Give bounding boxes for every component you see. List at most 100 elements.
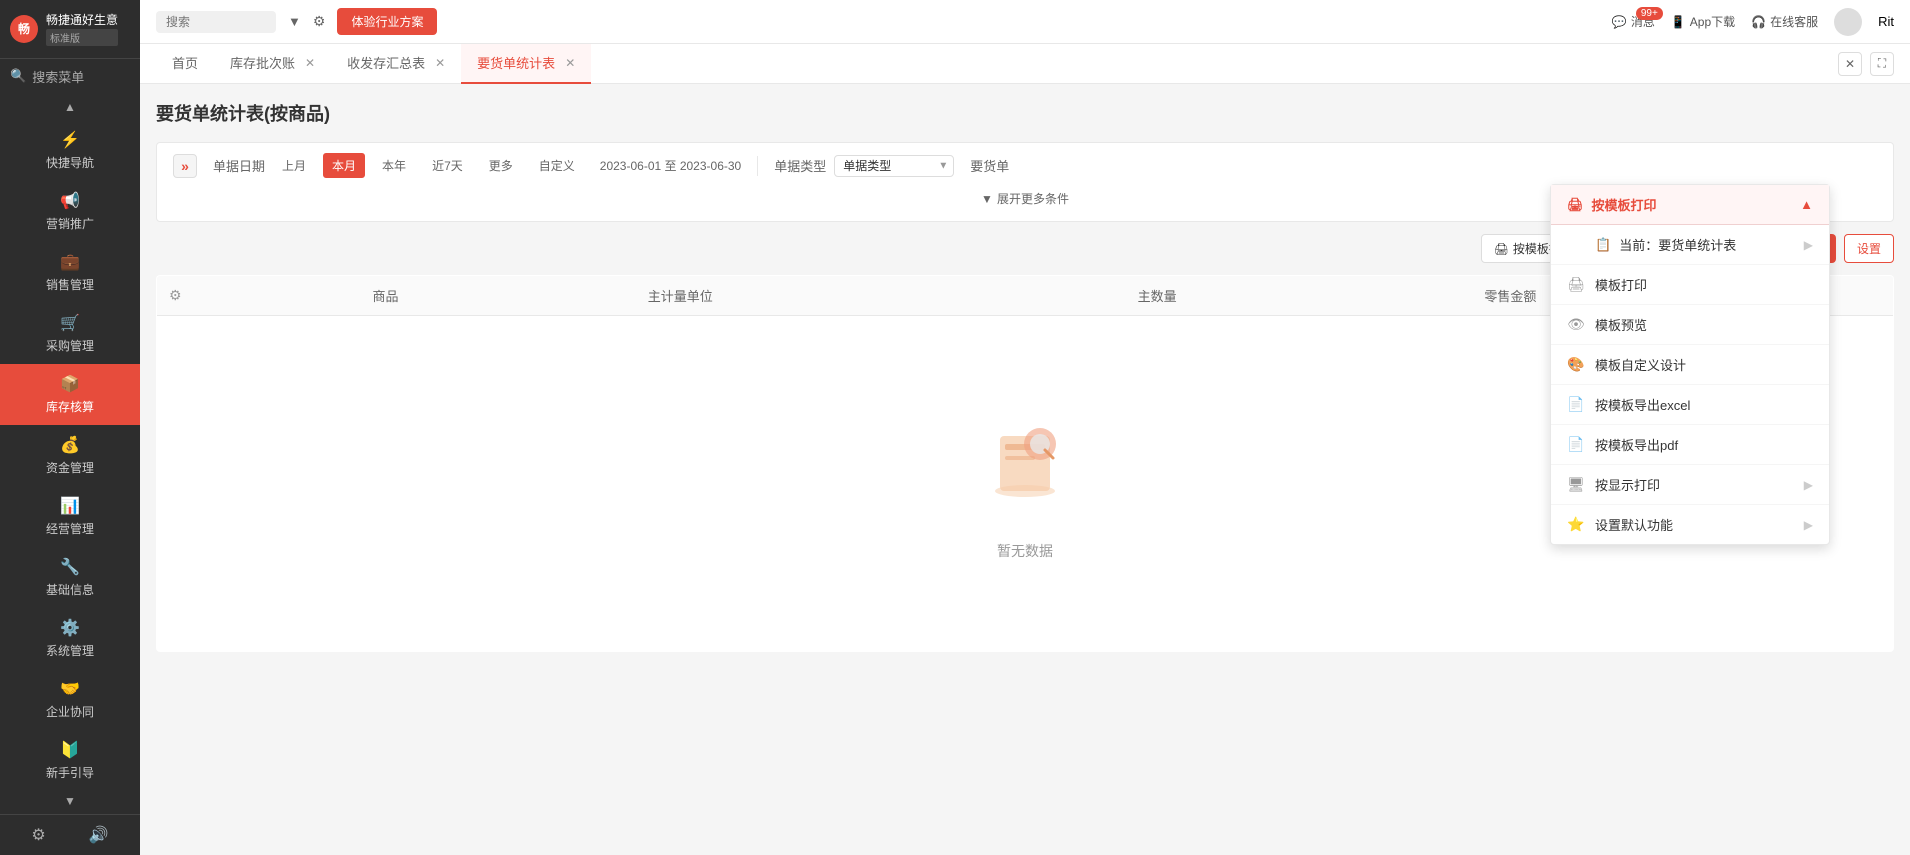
template-print-icon: 🖨 [1567,276,1585,293]
messages-btn[interactable]: 💬 消息 99+ [1612,13,1655,30]
date-prev-month-btn[interactable]: 上月 [273,153,315,178]
purchase-label: 采购管理 [46,337,94,354]
sidebar-item-finance[interactable]: 💰 资金管理 [0,425,140,486]
col-gear-header: ⚙ [157,276,361,316]
tab-home[interactable]: 首页 [156,44,214,84]
tab-order-stats[interactable]: 要货单统计表 ✕ [461,44,591,84]
date-last7days-btn[interactable]: 近7天 [423,153,472,178]
messages-icon: 💬 [1612,15,1627,29]
tab-batch-account-close[interactable]: ✕ [305,56,315,70]
expand-more-btn[interactable]: ▼ 展开更多条件 [969,186,1081,211]
current-template-arrow: ▶ [1804,238,1813,252]
expand-label: 展开更多条件 [997,190,1069,207]
print-dropdown-title-text: 按模板打印 [1592,195,1657,214]
col-quantity-header: 主数量 [1126,276,1473,316]
trial-btn[interactable]: 体验行业方案 [337,8,437,35]
dropdown-display-print[interactable]: 🖥 按显示打印 ▶ [1551,465,1829,505]
date-more-btn[interactable]: 更多 [480,153,522,178]
tab-order-stats-close[interactable]: ✕ [565,56,575,70]
tab-home-label: 首页 [172,53,198,72]
app-download-icon: 📱 [1671,15,1686,29]
print-dropdown-collapse-arrow[interactable]: ▲ [1800,197,1813,212]
table-gear-icon[interactable]: ⚙ [169,287,182,303]
sidebar-item-system[interactable]: ⚙️ 系统管理 [0,608,140,669]
template-custom-icon: 🎨 [1567,356,1585,373]
online-service-btn[interactable]: 🎧 在线客服 [1751,13,1818,30]
goods-label: 要货单 [970,156,1009,175]
quick-nav-label: 快捷导航 [46,154,94,171]
sidebar-item-inventory[interactable]: 📦 库存核算 [0,364,140,425]
settings-gear-icon[interactable]: ⚙ [313,13,326,30]
topbar: ▼ ⚙ 体验行业方案 💬 消息 99+ 📱 App下载 🎧 在线客服 Rit [140,0,1910,44]
sidebar-item-marketing[interactable]: 📢 营销推广 [0,181,140,242]
template-preview-icon: 👁 [1567,316,1585,333]
tab-receipt-summary[interactable]: 收发存汇总表 ✕ [331,44,461,84]
search-dropdown-arrow[interactable]: ▼ [288,14,301,29]
dropdown-export-excel[interactable]: 📄 按模板导出excel [1551,385,1829,425]
tab-batch-account[interactable]: 库存批次账 ✕ [214,44,331,84]
purchase-icon: 🛒 [60,313,80,333]
scroll-down-area: ▼ [0,788,140,814]
sidebar-item-purchase[interactable]: 🛒 采购管理 [0,303,140,364]
search-menu-label: 搜索菜单 [32,67,84,86]
search-menu-item[interactable]: 🔍 搜索菜单 [0,59,140,94]
date-filter-group: 单据日期 上月 本月 本年 近7天 更多 自定义 [213,153,584,178]
sidebar-item-operations[interactable]: 📊 经营管理 [0,486,140,547]
display-print-label: 按显示打印 [1595,475,1660,494]
sales-icon: 💼 [60,252,80,272]
sidebar-item-basics[interactable]: 🔧 基础信息 [0,547,140,608]
doc-type-label: 单据类型 [774,156,826,175]
main-area: ▼ ⚙ 体验行业方案 💬 消息 99+ 📱 App下载 🎧 在线客服 Rit 首… [140,0,1910,855]
user-avatar[interactable] [1834,8,1862,36]
doc-type-select[interactable]: 单据类型 [834,155,954,177]
tab-order-stats-label: 要货单统计表 [477,53,555,72]
date-custom-btn[interactable]: 自定义 [530,153,584,178]
col-unit-header: 主计量单位 [636,276,1126,316]
topbar-right: 💬 消息 99+ 📱 App下载 🎧 在线客服 Rit [1612,8,1894,36]
date-current-year-btn[interactable]: 本年 [373,153,415,178]
print-dropdown-icon: 🖨 [1567,197,1584,213]
dropdown-template-print[interactable]: 🖨 模板打印 [1551,265,1829,305]
print-dropdown-header: 🖨 按模板打印 ▲ [1551,185,1829,225]
basics-icon: 🔧 [60,557,80,577]
dropdown-template-preview[interactable]: 👁 模板预览 [1551,305,1829,345]
messages-badge: 99+ [1636,7,1663,20]
page-content: 要货单统计表(按商品) » 单据日期 上月 本月 本年 近7天 更多 自定义 2… [140,84,1910,855]
print-icon: 🖨 [1494,242,1509,256]
filter-toggle-btn[interactable]: » [173,154,197,178]
filter-divider [757,156,758,176]
quick-nav-icon: ⚡ [60,130,80,150]
sidebar-item-collab[interactable]: 🤝 企业协同 [0,669,140,730]
tab-close-btn[interactable]: ✕ [1838,52,1862,76]
dropdown-template-custom[interactable]: 🎨 模板自定义设计 [1551,345,1829,385]
sidebar-item-guide[interactable]: 🔰 新手引导 [0,730,140,788]
scroll-up-arrow[interactable]: ▲ [60,96,80,118]
expand-icon: ▼ [981,192,993,206]
app-download-label: App下载 [1690,13,1735,30]
marketing-icon: 📢 [60,191,80,211]
print-dropdown-title-group: 🖨 按模板打印 [1567,195,1657,214]
sound-bottom-icon[interactable]: 🔊 [89,825,109,845]
scroll-down-arrow[interactable]: ▼ [60,790,80,812]
page-title: 要货单统计表(按商品) [156,100,1894,126]
settings-bottom-icon[interactable]: ⚙ [31,825,45,845]
tabbar: 首页 库存批次账 ✕ 收发存汇总表 ✕ 要货单统计表 ✕ ✕ ⛶ [140,44,1910,84]
date-current-month-btn[interactable]: 本月 [323,153,365,178]
settings-btn[interactable]: 设置 [1844,234,1894,263]
tab-receipt-summary-close[interactable]: ✕ [435,56,445,70]
sidebar-item-sales[interactable]: 💼 销售管理 [0,242,140,303]
empty-icon [975,406,1075,525]
tab-receipt-summary-label: 收发存汇总表 [347,53,425,72]
dropdown-export-pdf[interactable]: 📄 按模板导出pdf [1551,425,1829,465]
sidebar-item-quick-nav[interactable]: ⚡ 快捷导航 [0,120,140,181]
sidebar-nav: ⚡ 快捷导航 📢 营销推广 💼 销售管理 🛒 采购管理 📦 库存核算 💰 资金管… [0,120,140,788]
dropdown-default-func[interactable]: ⭐ 设置默认功能 ▶ [1551,505,1829,544]
scroll-up-area: ▲ [0,94,140,120]
app-download-btn[interactable]: 📱 App下载 [1671,13,1735,30]
dropdown-current-template[interactable]: 📋 当前：要货单统计表 ▶ [1551,225,1829,265]
online-service-label: 在线客服 [1770,13,1818,30]
sidebar-bottom: ⚙ 🔊 [0,814,140,855]
search-input[interactable] [156,11,276,33]
tab-maximize-btn[interactable]: ⛶ [1870,52,1894,76]
doc-type-filter-group: 单据类型 单据类型 [774,155,954,177]
